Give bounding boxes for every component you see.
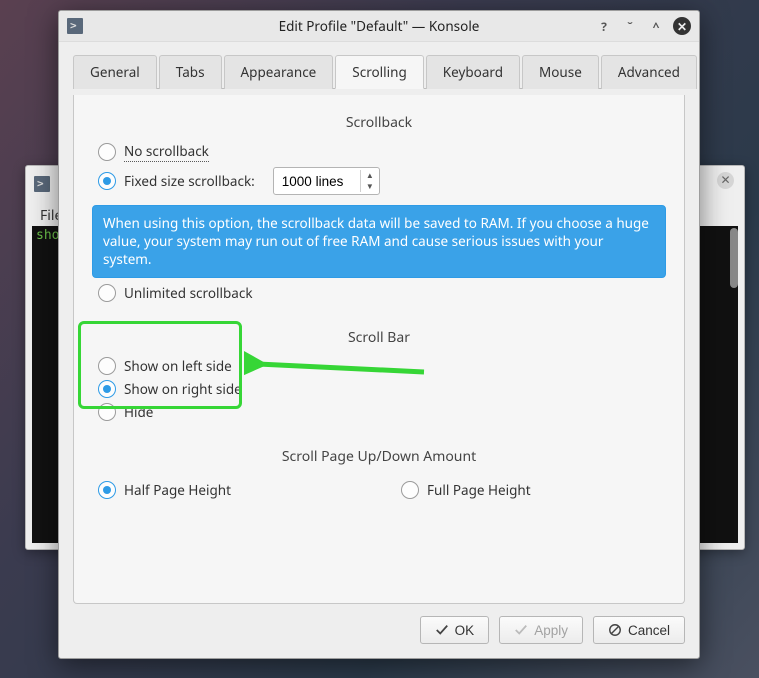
dialog-button-row: OK Apply Cancel (59, 604, 699, 658)
page-half-radio[interactable]: Half Page Height (98, 481, 231, 499)
tab-bar: General Tabs Appearance Scrolling Keyboa… (73, 54, 685, 89)
page-half-label: Half Page Height (124, 481, 231, 499)
tab-advanced[interactable]: Advanced (601, 55, 697, 89)
close-button[interactable]: ✕ (673, 17, 691, 35)
terminal-icon (67, 18, 83, 34)
scrollbar-right-label: Show on right side (124, 380, 242, 398)
check-icon (435, 623, 449, 637)
tab-scrolling[interactable]: Scrolling (335, 55, 423, 89)
tab-keyboard[interactable]: Keyboard (426, 55, 520, 89)
scrollbar-hide-label: Hide (124, 403, 153, 421)
ok-button[interactable]: OK (420, 616, 490, 644)
check-icon (514, 623, 528, 637)
menu-button[interactable]: ^ (647, 17, 665, 35)
radio-icon (98, 172, 116, 190)
window-controls: ? ˇ ^ ✕ (595, 17, 691, 35)
radio-icon (98, 357, 116, 375)
scrollback-lines-spinbox[interactable]: ▲▼ (273, 167, 380, 195)
apply-button[interactable]: Apply (499, 616, 583, 644)
cancel-label: Cancel (628, 623, 670, 638)
scrollbar-hide-radio[interactable]: Hide (98, 403, 666, 421)
scrollbar-left-label: Show on left side (124, 357, 232, 375)
dialog-titlebar[interactable]: Edit Profile "Default" — Konsole ? ˇ ^ ✕ (59, 11, 699, 42)
scrollback-fixed-label: Fixed size scrollback: (124, 172, 255, 190)
help-button[interactable]: ? (595, 17, 613, 35)
page-full-label: Full Page Height (427, 481, 531, 499)
scrollback-heading: Scrollback (92, 113, 666, 132)
cancel-button[interactable]: Cancel (593, 616, 685, 644)
terminal-scrollbar[interactable] (730, 228, 738, 288)
scrollback-none-label: No scrollback (124, 142, 209, 162)
spin-buttons[interactable]: ▲▼ (360, 170, 379, 192)
tab-general[interactable]: General (73, 55, 157, 89)
radio-icon (98, 481, 116, 499)
edit-profile-dialog: Edit Profile "Default" — Konsole ? ˇ ^ ✕… (58, 10, 700, 659)
shade-button[interactable]: ˇ (621, 17, 639, 35)
scrollback-unlimited-radio[interactable]: Unlimited scrollback (98, 284, 666, 302)
radio-icon (98, 380, 116, 398)
apply-label: Apply (534, 623, 568, 638)
terminal-icon (34, 176, 50, 192)
ok-label: OK (455, 623, 475, 638)
konsole-close-button[interactable]: ✕ (717, 172, 734, 189)
radio-icon (401, 481, 419, 499)
scrollback-info: When using this option, the scrollback d… (92, 205, 666, 278)
radio-icon (98, 143, 116, 161)
page-amount-heading: Scroll Page Up/Down Amount (92, 447, 666, 466)
tab-appearance[interactable]: Appearance (224, 55, 334, 89)
scrollback-lines-input[interactable] (274, 169, 360, 193)
tab-tabs[interactable]: Tabs (159, 55, 222, 89)
radio-icon (98, 403, 116, 421)
scrolling-tab-content: Scrollback No scrollback Fixed size scro… (73, 95, 685, 604)
scrollback-fixed-radio[interactable]: Fixed size scrollback: ▲▼ (98, 167, 666, 195)
scrollback-none-radio[interactable]: No scrollback (98, 142, 666, 162)
scrollback-unlimited-label: Unlimited scrollback (124, 284, 253, 302)
page-full-radio[interactable]: Full Page Height (401, 481, 531, 499)
radio-icon (98, 284, 116, 302)
scrollbar-right-radio[interactable]: Show on right side (98, 380, 666, 398)
scrollbar-left-radio[interactable]: Show on left side (98, 357, 666, 375)
scrollbar-heading: Scroll Bar (92, 328, 666, 347)
tab-mouse[interactable]: Mouse (522, 55, 599, 89)
cancel-icon (608, 623, 622, 637)
